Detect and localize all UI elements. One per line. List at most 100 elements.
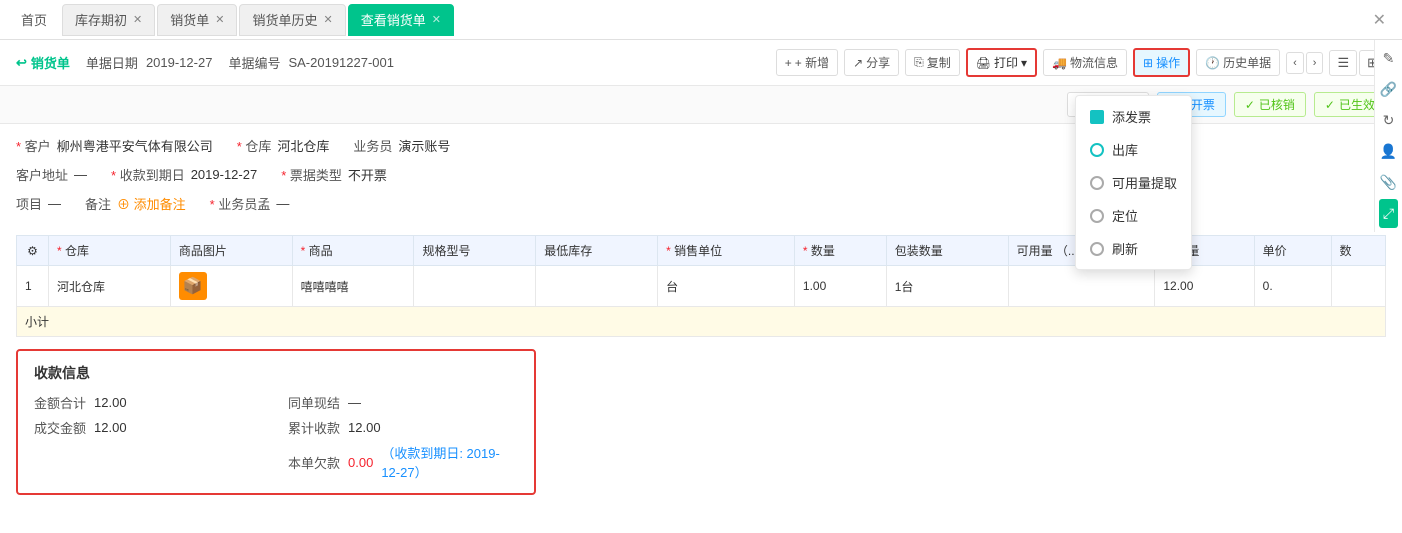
- th-sales-unit: 销售单位: [658, 236, 795, 266]
- locate-item[interactable]: 定位: [1076, 199, 1191, 232]
- nav-next-button[interactable]: ›: [1306, 52, 1324, 74]
- date-label: 单据日期: [86, 53, 138, 72]
- locate-icon: [1090, 209, 1104, 223]
- doc-type-badge: ↩ 销货单: [16, 53, 70, 72]
- printer-icon: 🖨: [976, 56, 991, 70]
- td-min-stock: [536, 266, 658, 307]
- plus-icon: ⊕: [117, 197, 134, 212]
- tab-inventory-init[interactable]: 库存期初 ✕: [62, 4, 155, 36]
- staff2-field: 业务员孟 —: [210, 194, 290, 213]
- share-button[interactable]: ↗ 分享: [844, 49, 899, 76]
- staff-label: 业务员: [353, 136, 392, 155]
- th-unit-price: 单价: [1254, 236, 1331, 266]
- sidebar-rotate-icon[interactable]: ↻: [1379, 106, 1399, 135]
- balance-label: 本单欠款: [288, 453, 340, 472]
- balance-value: 0.00: [348, 455, 373, 470]
- history-button[interactable]: 🕐 历史单据: [1196, 49, 1280, 76]
- tab-sales-close[interactable]: ✕: [215, 13, 224, 26]
- doc-number-meta: 单据编号 SA-20191227-001: [228, 53, 394, 72]
- td-warehouse: 河北仓库: [49, 266, 171, 307]
- subtotal-row: 小计: [17, 307, 1386, 337]
- sidebar-fullscreen-icon[interactable]: ⤢: [1379, 199, 1398, 228]
- project-field: 项目 —: [16, 194, 61, 213]
- check-icon: ✓: [1245, 98, 1255, 112]
- tab-inventory-close[interactable]: ✕: [133, 13, 142, 26]
- due-date-field: 收款到期日 2019-12-27: [111, 165, 257, 184]
- same-order-row: 同单现结 —: [288, 393, 518, 412]
- tab-view-sales[interactable]: 查看销货单 ✕: [348, 4, 454, 36]
- nav-prev-button[interactable]: ‹: [1286, 52, 1304, 74]
- ticket-type-label: 票据类型: [281, 165, 342, 184]
- th-quantity: 数量: [794, 236, 886, 266]
- sidebar-link-icon[interactable]: 🔗: [1376, 75, 1401, 104]
- th-min-stock: 最低库存: [536, 236, 658, 266]
- warehouse-label: 仓库: [237, 136, 272, 155]
- effective-label: 已生效: [1339, 96, 1375, 113]
- cumulative-label: 累计收款: [288, 418, 340, 437]
- cumulative-value: 12.00: [348, 420, 381, 435]
- operation-dropdown: 添发票 出库 可用量提取 定位 刷新: [1075, 95, 1192, 270]
- th-pack-qty: 包装数量: [886, 236, 1008, 266]
- same-order-label: 同单现结: [288, 393, 340, 412]
- sidebar-attachment-icon[interactable]: 📎: [1376, 168, 1401, 197]
- tab-sales-order[interactable]: 销货单 ✕: [157, 4, 237, 36]
- logistics-button[interactable]: 🚚 物流信息: [1043, 49, 1127, 76]
- sidebar-edit-icon[interactable]: ✎: [1379, 44, 1399, 73]
- nav-arrows: ‹ ›: [1286, 52, 1323, 74]
- customer-field: 客户 柳州粤港平安气体有限公司: [16, 136, 213, 155]
- due-date-label: 收款到期日: [111, 165, 185, 184]
- sidebar-person-icon[interactable]: 👤: [1376, 137, 1401, 166]
- tab-view-close[interactable]: ✕: [432, 13, 441, 26]
- ticket-type-value: 不开票: [348, 165, 387, 184]
- number-label: 单据编号: [228, 53, 280, 72]
- add-icon: +: [785, 56, 792, 70]
- tab-sales-history[interactable]: 销货单历史 ✕: [239, 4, 345, 36]
- effective-icon: ✓: [1325, 98, 1335, 112]
- clock-icon: 🕐: [1205, 56, 1220, 70]
- doc-type-icon: ↩: [16, 55, 27, 71]
- doc-date-meta: 单据日期 2019-12-27: [86, 53, 213, 72]
- copy-button[interactable]: ⎘ 复制: [905, 49, 960, 76]
- tab-view-label: 查看销货单: [361, 10, 426, 29]
- add-invoice-item[interactable]: 添发票: [1076, 100, 1191, 133]
- right-sidebar: ✎ 🔗 ↻ 👤 📎 ⤢: [1374, 40, 1402, 232]
- out-stock-icon: [1090, 143, 1104, 157]
- td-product-img: 📦: [170, 266, 292, 307]
- th-product-img: 商品图片: [170, 236, 292, 266]
- tab-home[interactable]: 首页: [8, 4, 60, 36]
- operation-button[interactable]: ⊞ 操作: [1133, 48, 1190, 77]
- table-row: 1 河北仓库 📦 嘻嘻嘻嘻 台 1.00 1台 12.00 0.: [17, 266, 1386, 307]
- out-stock-item[interactable]: 出库: [1076, 133, 1191, 166]
- locate-label: 定位: [1112, 206, 1138, 225]
- warehouse-field: 仓库 河北仓库: [237, 136, 330, 155]
- payment-box: 收款信息 金额合计 12.00 同单现结 — 成交金额 12.00 累计收款 1…: [16, 349, 536, 495]
- tab-history-close[interactable]: ✕: [324, 13, 333, 26]
- th-settings[interactable]: ⚙: [17, 236, 49, 266]
- add-button[interactable]: + + 新增: [776, 49, 838, 76]
- td-amount: [1331, 266, 1385, 307]
- refresh-item[interactable]: 刷新: [1076, 232, 1191, 265]
- td-spec: [414, 266, 536, 307]
- transaction-value: 12.00: [94, 420, 127, 435]
- staff2-label: 业务员孟: [210, 194, 271, 213]
- confirmed-button[interactable]: ✓ 已核销: [1234, 92, 1306, 117]
- total-value: 12.00: [94, 395, 127, 410]
- product-thumbnail: 📦: [179, 272, 207, 300]
- available-qty-icon: [1090, 176, 1104, 190]
- customer-value: 柳州粤港平安气体有限公司: [57, 136, 213, 155]
- print-button[interactable]: 🖨 打印 ▾: [966, 48, 1037, 77]
- th-product: 商品: [292, 236, 414, 266]
- balance-row: 本单欠款 0.00 （收款到期日: 2019-12-27）: [288, 443, 518, 481]
- address-value: —: [74, 167, 87, 182]
- same-order-value: —: [348, 395, 361, 410]
- global-close-button[interactable]: ✕: [1365, 6, 1394, 34]
- td-quantity: 1.00: [794, 266, 886, 307]
- tab-home-label: 首页: [21, 10, 47, 29]
- tab-inventory-label: 库存期初: [75, 10, 127, 29]
- truck-icon: 🚚: [1052, 56, 1067, 70]
- td-row-num: 1: [17, 266, 49, 307]
- list-view-button[interactable]: ☰: [1329, 50, 1357, 76]
- add-note-button[interactable]: ⊕ 添加备注: [117, 194, 186, 213]
- total-label: 金额合计: [34, 393, 86, 412]
- available-qty-item[interactable]: 可用量提取: [1076, 166, 1191, 199]
